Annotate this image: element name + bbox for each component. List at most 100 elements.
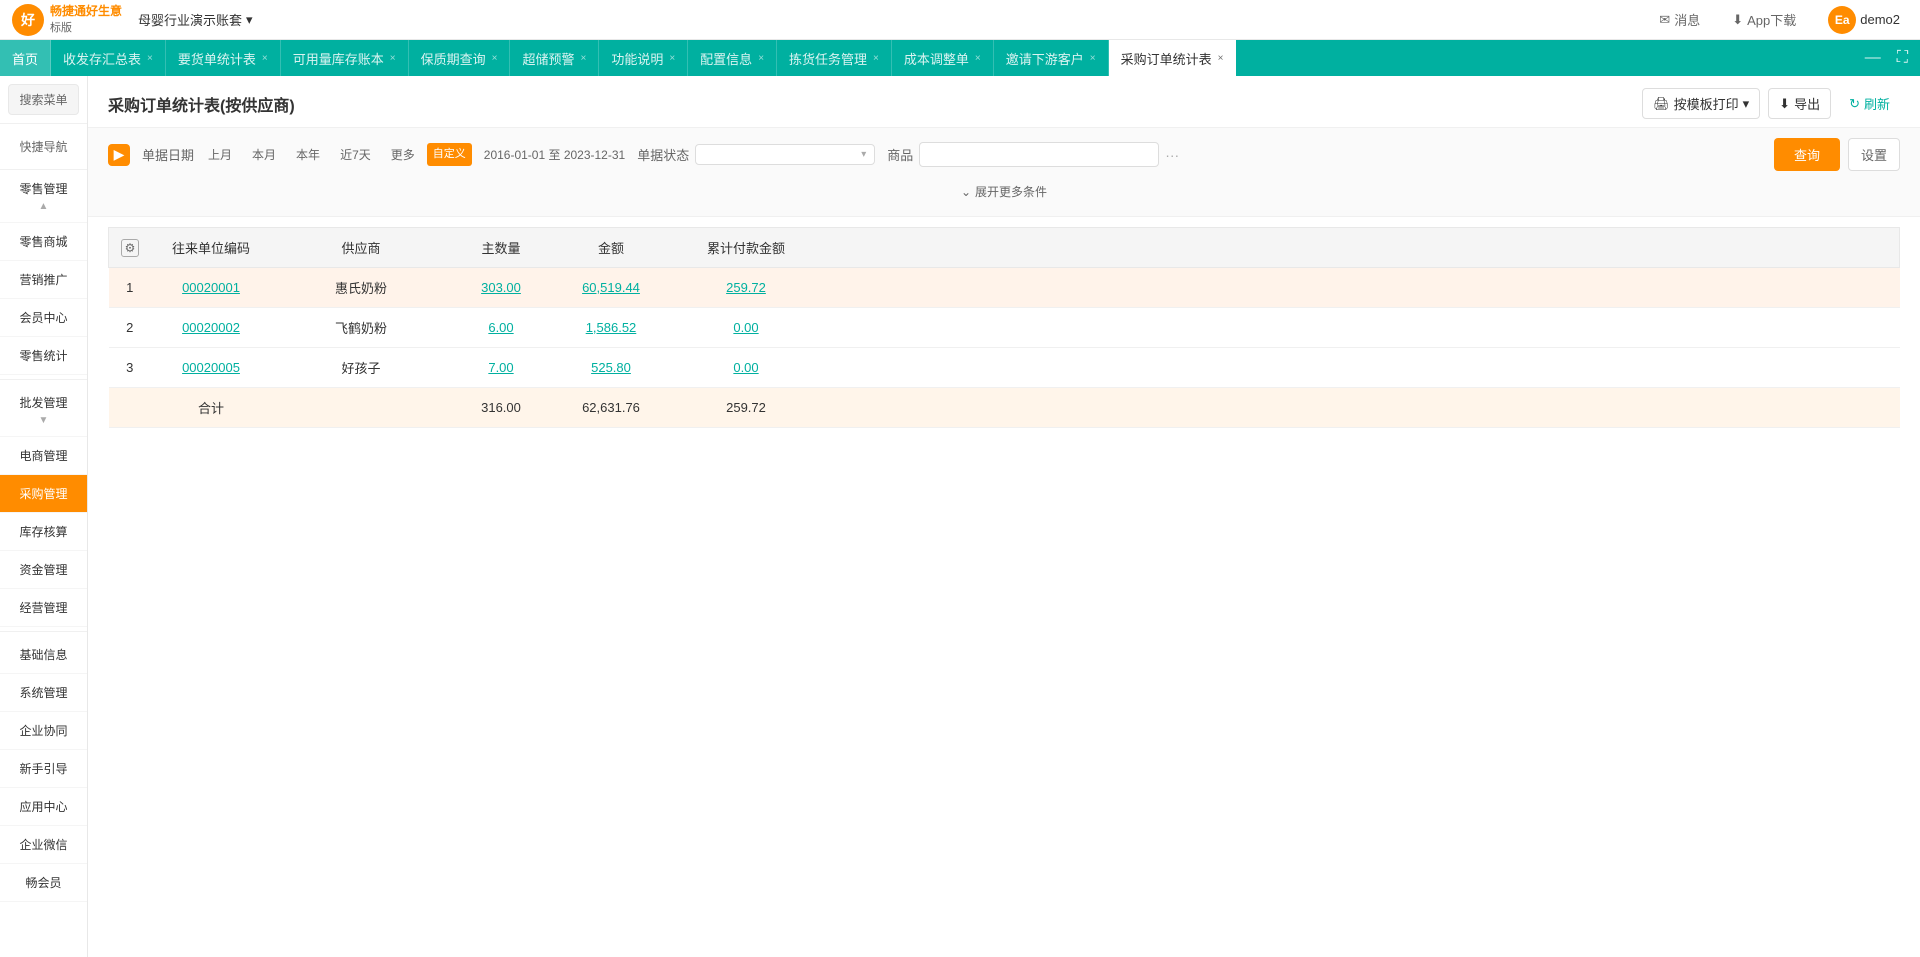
- sidebar-item-label: 库存核算: [19, 523, 67, 540]
- status-select[interactable]: ▾: [695, 144, 875, 165]
- sidebar-item-label: 采购管理: [19, 485, 67, 502]
- close-icon[interactable]: ×: [975, 53, 981, 64]
- amount-link[interactable]: 1,586.52: [586, 320, 637, 335]
- print-button[interactable]: 🖨 按模板打印 ▾: [1642, 88, 1760, 119]
- goods-filter-label: 商品: [887, 145, 913, 164]
- sidebar-item-xinshoudayin[interactable]: 新手引导: [0, 750, 87, 788]
- tab-caigoudingdan[interactable]: 采购订单统计表 ×: [1109, 40, 1237, 76]
- close-icon[interactable]: ×: [147, 53, 153, 64]
- close-icon[interactable]: ×: [758, 53, 764, 64]
- workspace-selector[interactable]: 母婴行业演示账套 ▾: [130, 6, 261, 33]
- goods-input[interactable]: [919, 142, 1159, 167]
- sidebar-item-caigouguanli[interactable]: 采购管理: [0, 475, 87, 513]
- qty-link[interactable]: 303.00: [481, 280, 521, 295]
- sidebar-item-dianguangguanli[interactable]: 电商管理: [0, 437, 87, 475]
- sidebar-item-label: 电商管理: [19, 447, 67, 464]
- sidebar-item-changhui[interactable]: 畅会员: [0, 864, 87, 902]
- sidebar-item-lingshouguan[interactable]: 零售管理 ▲: [0, 170, 87, 223]
- date-this-month-button[interactable]: 本月: [244, 143, 284, 166]
- table-body: 1 00020001 惠氏奶粉 303.00 60,519.44 259.72 …: [109, 268, 1900, 388]
- settings-button[interactable]: 设置: [1848, 138, 1900, 171]
- quick-nav-button[interactable]: 快捷导航: [8, 132, 79, 161]
- code-link[interactable]: 00020005: [182, 360, 240, 375]
- tab-label: 拣货任务管理: [789, 49, 867, 68]
- close-icon[interactable]: ×: [492, 53, 498, 64]
- refresh-button[interactable]: ↻ 刷新: [1839, 89, 1900, 118]
- tab-chaochuyu[interactable]: 超储预警 ×: [510, 40, 599, 76]
- messages-label: 消息: [1674, 10, 1700, 29]
- close-icon[interactable]: ×: [873, 53, 879, 64]
- row-paid: 0.00: [671, 308, 821, 348]
- close-icon[interactable]: ×: [262, 53, 268, 64]
- close-icon[interactable]: ×: [1218, 53, 1224, 64]
- sidebar-item-lingshoutaoquan[interactable]: 零售商城: [0, 223, 87, 261]
- tab-chengbentiaozhen[interactable]: 成本调整单 ×: [892, 40, 994, 76]
- tab-gongneng[interactable]: 功能说明 ×: [599, 40, 688, 76]
- sidebar-item-huiyuanzhongxin[interactable]: 会员中心: [0, 299, 87, 337]
- tab-home[interactable]: 首页: [0, 40, 51, 76]
- close-icon[interactable]: ×: [669, 53, 675, 64]
- amount-link[interactable]: 525.80: [591, 360, 631, 375]
- sidebar-item-kucunhesuan[interactable]: 库存核算: [0, 513, 87, 551]
- tab-yaoqingxiayou[interactable]: 邀请下游客户 ×: [994, 40, 1109, 76]
- sidebar-item-qiyexietong[interactable]: 企业协同: [0, 712, 87, 750]
- column-settings-icon[interactable]: ⚙: [121, 239, 139, 257]
- row-empty: [821, 348, 1900, 388]
- user-area[interactable]: Ea demo2: [1820, 2, 1908, 38]
- row-no: 2: [109, 308, 152, 348]
- amount-link[interactable]: 60,519.44: [582, 280, 640, 295]
- date-more-button[interactable]: 更多: [383, 143, 423, 166]
- sidebar-item-yingyongzhongxin[interactable]: 应用中心: [0, 788, 87, 826]
- custom-date-tag: 自定义: [427, 143, 472, 166]
- code-link[interactable]: 00020001: [182, 280, 240, 295]
- export-button[interactable]: ⬇ 导出: [1768, 88, 1831, 119]
- export-icon: ⬇: [1779, 96, 1790, 112]
- goods-more-icon[interactable]: ···: [1165, 147, 1179, 163]
- sidebar-item-jichuxinxi[interactable]: 基础信息: [0, 636, 87, 674]
- chevron-down-icon: ▾: [861, 149, 866, 160]
- close-icon[interactable]: ×: [390, 53, 396, 64]
- paid-link[interactable]: 0.00: [733, 320, 758, 335]
- sidebar-item-jingyingguanli[interactable]: 经营管理: [0, 589, 87, 627]
- sidebar-item-label: 营销推广: [19, 271, 67, 288]
- qty-link[interactable]: 7.00: [488, 360, 513, 375]
- tab-label: 配置信息: [700, 49, 752, 68]
- minimize-button[interactable]: —: [1861, 49, 1885, 67]
- maximize-button[interactable]: ⛶: [1893, 49, 1912, 67]
- qty-link[interactable]: 6.00: [488, 320, 513, 335]
- messages-button[interactable]: ✉ 消息: [1651, 6, 1708, 33]
- date-filter-label: 单据日期: [142, 145, 194, 164]
- close-icon[interactable]: ×: [1090, 53, 1096, 64]
- tab-label: 功能说明: [611, 49, 663, 68]
- tab-peihuorenwu[interactable]: 拣货任务管理 ×: [777, 40, 892, 76]
- sidebar-nav-section: 快捷导航: [0, 124, 87, 170]
- filter-expand-button[interactable]: ▶: [108, 144, 130, 166]
- tab-keyongliang[interactable]: 可用量库存账本 ×: [281, 40, 409, 76]
- sidebar-item-xitongguanli[interactable]: 系统管理: [0, 674, 87, 712]
- date-7days-button[interactable]: 近7天: [332, 143, 379, 166]
- query-button[interactable]: 查询: [1774, 138, 1840, 171]
- sidebar-item-yingxiaotuiguang[interactable]: 营销推广: [0, 261, 87, 299]
- code-link[interactable]: 00020002: [182, 320, 240, 335]
- paid-link[interactable]: 0.00: [733, 360, 758, 375]
- sidebar-item-pifaguanli[interactable]: 批发管理 ▼: [0, 384, 87, 437]
- tab-shoufuhuizong[interactable]: 收发存汇总表 ×: [51, 40, 166, 76]
- app-download-button[interactable]: ⬇ App下载: [1724, 6, 1804, 33]
- tab-yaohuo[interactable]: 要货单统计表 ×: [166, 40, 281, 76]
- date-last-month-button[interactable]: 上月: [200, 143, 240, 166]
- paid-link[interactable]: 259.72: [726, 280, 766, 295]
- expand-more-button[interactable]: ⌄ 展开更多条件: [961, 183, 1047, 200]
- close-icon[interactable]: ×: [580, 53, 586, 64]
- sidebar-item-label: 企业协同: [19, 722, 67, 739]
- printer-icon: 🖨: [1653, 96, 1670, 112]
- search-menu-button[interactable]: 搜索菜单: [8, 84, 79, 115]
- row-code: 00020005: [151, 348, 271, 388]
- sidebar-item-lingshoutongji[interactable]: 零售统计: [0, 337, 87, 375]
- tab-peizhi[interactable]: 配置信息 ×: [688, 40, 777, 76]
- tab-baozhiqi[interactable]: 保质期查询 ×: [409, 40, 511, 76]
- date-this-year-button[interactable]: 本年: [288, 143, 328, 166]
- label-text: 标版: [50, 19, 122, 35]
- sidebar-item-qiyeweixin[interactable]: 企业微信: [0, 826, 87, 864]
- footer-paid: 259.72: [671, 388, 821, 428]
- sidebar-item-ziinjinguanli[interactable]: 资金管理: [0, 551, 87, 589]
